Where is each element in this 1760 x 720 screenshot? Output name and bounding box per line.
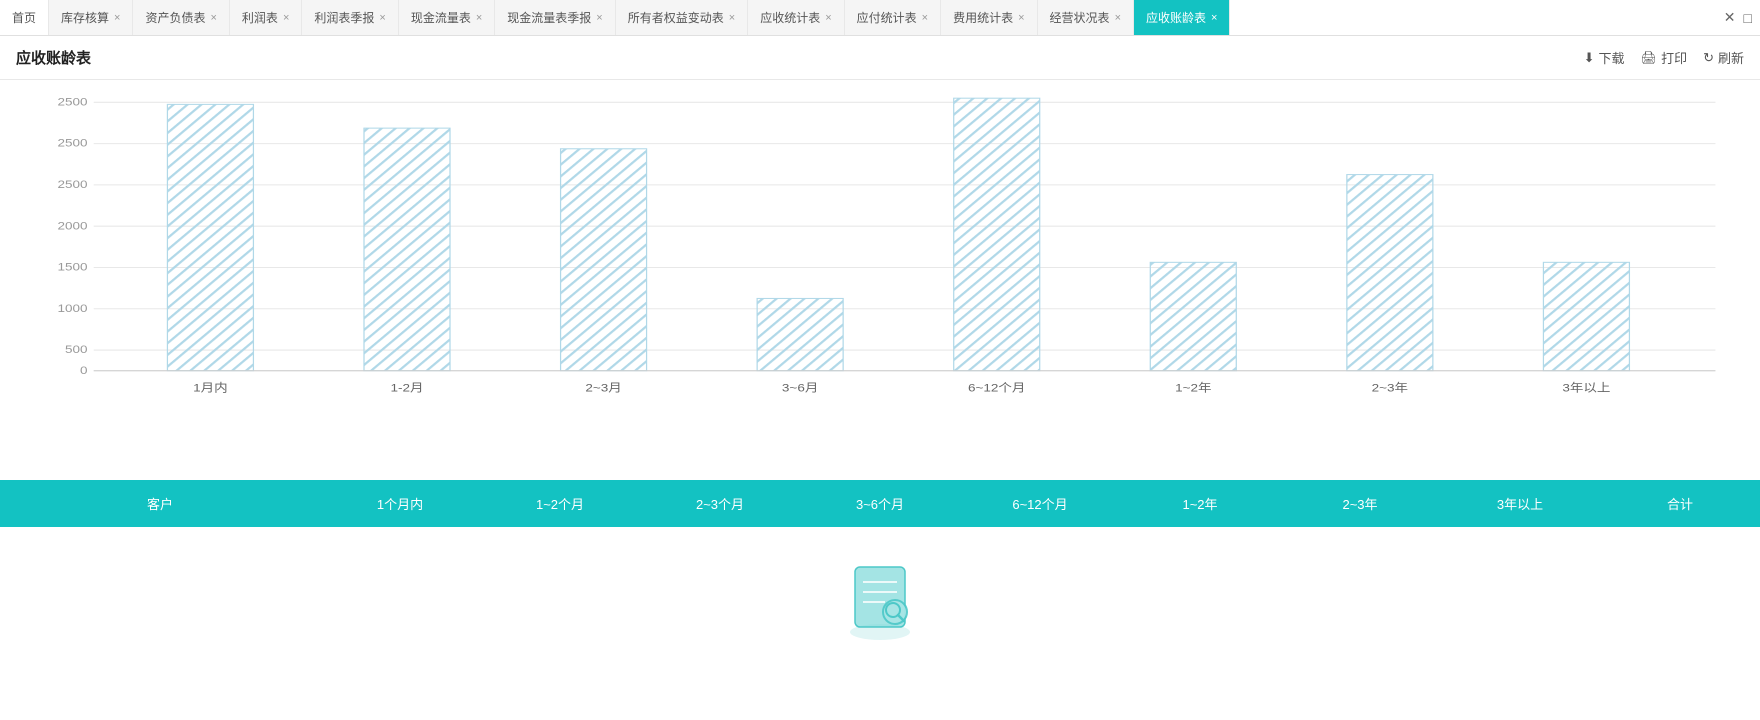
tab-9[interactable]: 应付统计表 × bbox=[845, 0, 941, 36]
tab-7[interactable]: 所有者权益变动表 × bbox=[616, 0, 748, 36]
page-header: 应收账龄表 ⬇ 下载 🖨 打印 ↻ 刷新 bbox=[0, 36, 1760, 80]
print-button[interactable]: 🖨 打印 bbox=[1641, 48, 1688, 67]
table-col-9: 合计 bbox=[1600, 480, 1760, 527]
table-col-0: 客户 bbox=[0, 480, 320, 527]
tab-bar: 首页库存核算×资产负债表×利润表×利润表季报×现金流量表×现金流量表季报×所有者… bbox=[0, 0, 1760, 36]
tab-close-9[interactable]: × bbox=[922, 12, 928, 24]
tab-4[interactable]: 利润表季报 × bbox=[302, 0, 398, 36]
svg-text:500: 500 bbox=[65, 343, 88, 356]
tab-close-2[interactable]: × bbox=[210, 12, 216, 24]
tab-3[interactable]: 利润表 × bbox=[230, 0, 302, 36]
tab-close-4[interactable]: × bbox=[379, 12, 385, 24]
maximize-icon[interactable]: □ bbox=[1744, 10, 1752, 26]
empty-illustration bbox=[830, 547, 930, 647]
tab-11[interactable]: 经营状况表 × bbox=[1038, 0, 1134, 36]
svg-text:1500: 1500 bbox=[58, 261, 88, 274]
tab-6[interactable]: 现金流量表季报 × bbox=[495, 0, 615, 36]
main-content: 2500 2500 2500 2000 1500 1000 500 0 bbox=[0, 80, 1760, 720]
tab-label-6: 现金流量表季报 bbox=[507, 9, 591, 26]
bar-chart: 2500 2500 2500 2000 1500 1000 500 0 bbox=[20, 92, 1740, 412]
tab-close-11[interactable]: × bbox=[1115, 12, 1121, 24]
tab-12[interactable]: 应收账龄表 × bbox=[1134, 0, 1230, 36]
svg-text:1-2月: 1-2月 bbox=[390, 381, 423, 394]
window-actions: ✕ □ bbox=[1724, 9, 1760, 26]
table-col-2: 1~2个月 bbox=[480, 480, 640, 527]
tab-label-3: 利润表 bbox=[242, 9, 278, 26]
empty-state bbox=[0, 527, 1760, 677]
svg-text:0: 0 bbox=[80, 364, 88, 377]
refresh-icon: ↻ bbox=[1703, 50, 1714, 66]
svg-text:2~3月: 2~3月 bbox=[585, 381, 621, 394]
svg-text:2~3年: 2~3年 bbox=[1372, 381, 1408, 394]
refresh-button[interactable]: ↻ 刷新 bbox=[1703, 48, 1744, 67]
chart-area: 2500 2500 2500 2000 1500 1000 500 0 bbox=[0, 80, 1760, 480]
tab-close-5[interactable]: × bbox=[476, 12, 482, 24]
tab-label-4: 利润表季报 bbox=[314, 9, 374, 26]
tab-2[interactable]: 资产负债表 × bbox=[133, 0, 229, 36]
table-col-7: 2~3年 bbox=[1280, 480, 1440, 527]
tab-close-8[interactable]: × bbox=[825, 12, 831, 24]
tab-label-11: 经营状况表 bbox=[1050, 9, 1110, 26]
tab-close-12[interactable]: × bbox=[1211, 12, 1217, 24]
tab-5[interactable]: 现金流量表 × bbox=[399, 0, 495, 36]
tab-label-8: 应收统计表 bbox=[760, 9, 820, 26]
table-col-5: 6~12个月 bbox=[960, 480, 1120, 527]
tab-label-0: 首页 bbox=[12, 9, 36, 26]
tab-10[interactable]: 费用统计表 × bbox=[941, 0, 1037, 36]
table-col-8: 3年以上 bbox=[1440, 480, 1600, 527]
table-col-6: 1~2年 bbox=[1120, 480, 1280, 527]
tab-close-10[interactable]: × bbox=[1018, 12, 1024, 24]
tab-close-3[interactable]: × bbox=[283, 12, 289, 24]
page-actions: ⬇ 下载 🖨 打印 ↻ 刷新 bbox=[1584, 48, 1744, 67]
download-icon: ⬇ bbox=[1584, 50, 1595, 66]
tab-close-7[interactable]: × bbox=[729, 12, 735, 24]
svg-text:6~12个月: 6~12个月 bbox=[968, 381, 1025, 394]
svg-text:1000: 1000 bbox=[58, 302, 88, 315]
svg-text:1~2年: 1~2年 bbox=[1175, 381, 1211, 394]
svg-text:3~6月: 3~6月 bbox=[782, 381, 818, 394]
svg-text:2000: 2000 bbox=[58, 219, 88, 232]
tab-label-12: 应收账龄表 bbox=[1146, 9, 1206, 26]
tab-0[interactable]: 首页 bbox=[0, 0, 49, 36]
tab-8[interactable]: 应收统计表 × bbox=[748, 0, 844, 36]
page-title: 应收账龄表 bbox=[16, 47, 91, 68]
tab-label-10: 费用统计表 bbox=[953, 9, 1013, 26]
svg-text:3年以上: 3年以上 bbox=[1562, 381, 1610, 394]
svg-text:2500: 2500 bbox=[58, 137, 88, 150]
download-button[interactable]: ⬇ 下载 bbox=[1584, 48, 1625, 67]
tab-label-9: 应付统计表 bbox=[857, 9, 917, 26]
close-icon[interactable]: ✕ bbox=[1724, 9, 1736, 26]
table-col-3: 2~3个月 bbox=[640, 480, 800, 527]
svg-text:2500: 2500 bbox=[58, 178, 88, 191]
svg-text:1月内: 1月内 bbox=[193, 381, 228, 394]
tab-close-1[interactable]: × bbox=[114, 12, 120, 24]
tab-label-7: 所有者权益变动表 bbox=[628, 9, 724, 26]
tab-1[interactable]: 库存核算 × bbox=[49, 0, 133, 36]
tab-label-5: 现金流量表 bbox=[411, 9, 471, 26]
table-header: 客户1个月内1~2个月2~3个月3~6个月6~12个月1~2年2~3年3年以上合… bbox=[0, 480, 1760, 527]
tab-label-1: 库存核算 bbox=[61, 9, 109, 26]
print-icon: 🖨 bbox=[1641, 50, 1658, 66]
table-col-4: 3~6个月 bbox=[800, 480, 960, 527]
tab-label-2: 资产负债表 bbox=[145, 9, 205, 26]
table-col-1: 1个月内 bbox=[320, 480, 480, 527]
svg-text:2500: 2500 bbox=[58, 95, 88, 108]
tab-close-6[interactable]: × bbox=[596, 12, 602, 24]
